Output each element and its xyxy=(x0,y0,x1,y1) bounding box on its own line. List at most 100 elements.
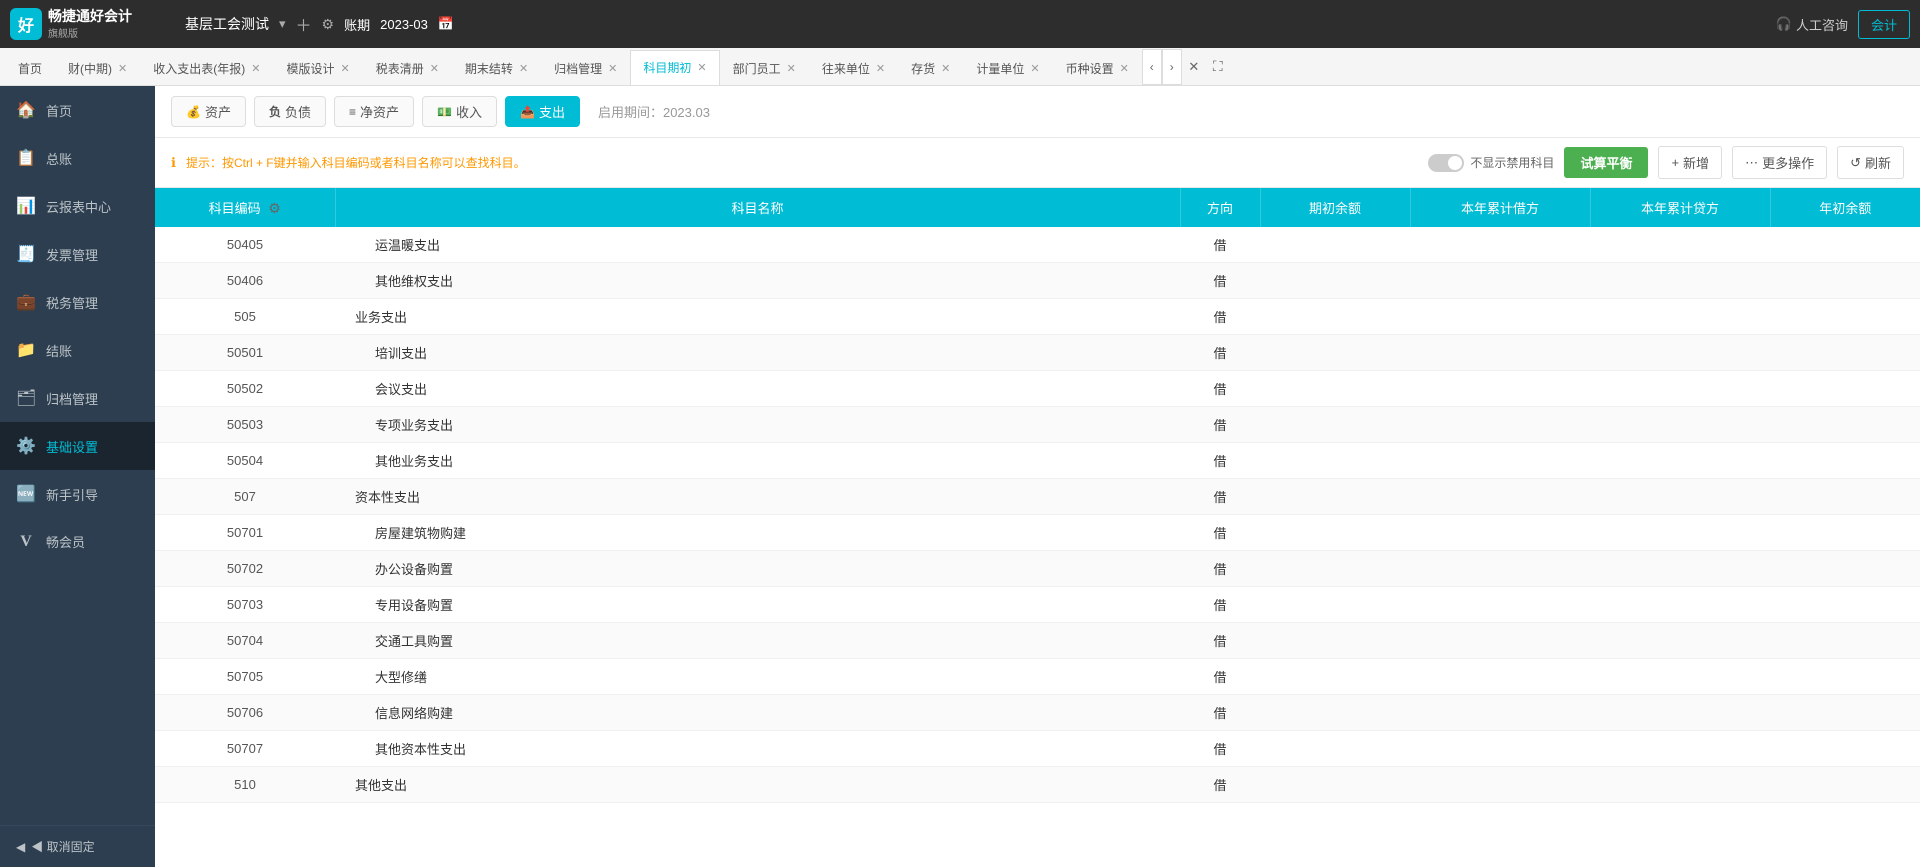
sidebar-item-guide[interactable]: 🆕 新手引导 xyxy=(0,470,155,518)
app-name: 畅捷通好会计 xyxy=(48,8,132,25)
tab-customer-close[interactable]: ✕ xyxy=(876,62,885,75)
tab-interim-close[interactable]: ✕ xyxy=(118,62,127,75)
tab-inventory-close[interactable]: ✕ xyxy=(941,62,950,75)
refresh-button[interactable]: ↺ 刷新 xyxy=(1837,146,1904,179)
table-row[interactable]: 50406其他维权支出借 xyxy=(155,263,1920,299)
table-row[interactable]: 50405运温暖支出借 xyxy=(155,227,1920,263)
sub-tab-equity[interactable]: ≡ 净资产 xyxy=(334,96,414,127)
tab-archive-close[interactable]: ✕ xyxy=(608,62,617,75)
cell-debit xyxy=(1410,695,1590,731)
table-row[interactable]: 50503专项业务支出借 xyxy=(155,407,1920,443)
tab-prev-button[interactable]: ‹ xyxy=(1142,49,1162,85)
cell-dir: 借 xyxy=(1180,479,1260,515)
sidebar-item-member[interactable]: V 畅会员 xyxy=(0,518,155,565)
table-row[interactable]: 50701房屋建筑物购建借 xyxy=(155,515,1920,551)
sidebar-item-reports[interactable]: 📊 云报表中心 xyxy=(0,182,155,230)
support-button[interactable]: 🎧 人工咨询 xyxy=(1776,15,1848,34)
sidebar-item-guide-label: 新手引导 xyxy=(46,485,98,504)
sidebar-item-tax[interactable]: 💼 税务管理 xyxy=(0,278,155,326)
tab-dept[interactable]: 部门员工 ✕ xyxy=(720,50,809,86)
tab-next-button[interactable]: › xyxy=(1162,49,1182,85)
cell-init xyxy=(1260,623,1410,659)
tab-subject-init-close[interactable]: ✕ xyxy=(697,61,706,74)
cell-year xyxy=(1770,551,1920,587)
tab-home[interactable]: 首页 xyxy=(5,50,55,86)
toggle-disabled-switch[interactable]: 不显示禁用科目 xyxy=(1428,154,1554,172)
sidebar-item-settings[interactable]: ⚙️ 基础设置 xyxy=(0,422,155,470)
sidebar-item-close[interactable]: 📁 结账 xyxy=(0,326,155,374)
table-row[interactable]: 50504其他业务支出借 xyxy=(155,443,1920,479)
table-row[interactable]: 50704交通工具购置借 xyxy=(155,623,1920,659)
table-row[interactable]: 505业务支出借 xyxy=(155,299,1920,335)
sub-tab-asset[interactable]: 💰 资产 xyxy=(171,96,246,127)
tab-unit[interactable]: 计量单位 ✕ xyxy=(963,50,1052,86)
table-row[interactable]: 50502会议支出借 xyxy=(155,371,1920,407)
table-row[interactable]: 50703专用设备购置借 xyxy=(155,587,1920,623)
add-icon: + xyxy=(1671,155,1679,170)
table-row[interactable]: 510其他支出借 xyxy=(155,767,1920,803)
support-label: 人工咨询 xyxy=(1796,15,1848,34)
tab-expand-button[interactable]: ⛶ xyxy=(1206,55,1230,79)
tab-unit-close[interactable]: ✕ xyxy=(1030,62,1039,75)
tab-tax[interactable]: 税表清册 ✕ xyxy=(363,50,452,86)
account-button[interactable]: 会计 xyxy=(1858,10,1910,39)
tab-close-all-button[interactable]: ✕ xyxy=(1182,55,1206,79)
tab-tax-close[interactable]: ✕ xyxy=(430,62,439,75)
col-header-code: 科目编码 ⚙ xyxy=(155,188,335,227)
table-row[interactable]: 50705大型修缮借 xyxy=(155,659,1920,695)
sidebar-item-invoice[interactable]: 🧾 发票管理 xyxy=(0,230,155,278)
cell-name: 业务支出 xyxy=(335,299,1180,335)
cell-debit xyxy=(1410,335,1590,371)
equity-icon: ≡ xyxy=(349,105,356,119)
cell-name: 大型修缮 xyxy=(335,659,1180,695)
table-row[interactable]: 507资本性支出借 xyxy=(155,479,1920,515)
add-button[interactable]: + 新增 xyxy=(1658,146,1722,179)
sidebar-collapse-button[interactable]: ◀ ◀ 取消固定 xyxy=(0,825,155,867)
balance-button[interactable]: 试算平衡 xyxy=(1564,147,1648,178)
table-row[interactable]: 50501培训支出借 xyxy=(155,335,1920,371)
cell-init xyxy=(1260,335,1410,371)
sidebar-item-archive[interactable]: 🗂 归档管理 xyxy=(0,374,155,422)
table-row[interactable]: 50706信息网络购建借 xyxy=(155,695,1920,731)
col-settings-icon[interactable]: ⚙ xyxy=(268,200,281,216)
tab-subject-init[interactable]: 科目期初 ✕ xyxy=(630,50,719,86)
sidebar-item-invoice-label: 发票管理 xyxy=(46,245,98,264)
more-button[interactable]: ⋯ 更多操作 xyxy=(1732,146,1827,179)
tab-period-end[interactable]: 期末结转 ✕ xyxy=(452,50,541,86)
sub-tab-income[interactable]: 💵 收入 xyxy=(422,96,497,127)
company-dropdown-icon[interactable]: ▾ xyxy=(279,16,286,32)
cell-code: 510 xyxy=(155,767,335,803)
cell-code: 50405 xyxy=(155,227,335,263)
switch-control[interactable] xyxy=(1428,154,1464,172)
calendar-icon[interactable]: 📅 xyxy=(438,16,454,32)
sidebar-item-home[interactable]: 🏠 首页 xyxy=(0,86,155,134)
sub-tab-liability[interactable]: 负 负债 xyxy=(254,96,326,127)
tab-income[interactable]: 收入支出表(年报) ✕ xyxy=(140,50,273,86)
cell-init xyxy=(1260,407,1410,443)
table-row[interactable]: 50702办公设备购置借 xyxy=(155,551,1920,587)
cell-year xyxy=(1770,731,1920,767)
tab-period-end-close[interactable]: ✕ xyxy=(519,62,528,75)
tab-customer[interactable]: 往来单位 ✕ xyxy=(809,50,898,86)
tab-dept-close[interactable]: ✕ xyxy=(787,62,796,75)
table-row[interactable]: 50707其他资本性支出借 xyxy=(155,731,1920,767)
tab-interim[interactable]: 财(中期) ✕ xyxy=(55,50,140,86)
cell-dir: 借 xyxy=(1180,371,1260,407)
cell-credit xyxy=(1590,335,1770,371)
sidebar-item-ledger[interactable]: 📋 总账 xyxy=(0,134,155,182)
tab-subject-init-label: 科目期初 xyxy=(643,59,691,76)
tab-income-close[interactable]: ✕ xyxy=(251,62,260,75)
tab-inventory[interactable]: 存货 ✕ xyxy=(898,50,963,86)
add-tab-button[interactable]: ＋ xyxy=(296,12,312,36)
sub-tab-expense[interactable]: 📤 支出 xyxy=(505,96,580,127)
tab-template[interactable]: 模版设计 ✕ xyxy=(273,50,362,86)
cell-year xyxy=(1770,299,1920,335)
tab-currency[interactable]: 币种设置 ✕ xyxy=(1053,50,1142,86)
settings-icon[interactable]: ⚙ xyxy=(322,16,335,33)
more-icon: ⋯ xyxy=(1745,155,1758,171)
tab-archive[interactable]: 归档管理 ✕ xyxy=(541,50,630,86)
cell-init xyxy=(1260,731,1410,767)
tab-currency-close[interactable]: ✕ xyxy=(1120,62,1129,75)
tab-customer-label: 往来单位 xyxy=(822,60,870,77)
tab-template-close[interactable]: ✕ xyxy=(340,62,349,75)
